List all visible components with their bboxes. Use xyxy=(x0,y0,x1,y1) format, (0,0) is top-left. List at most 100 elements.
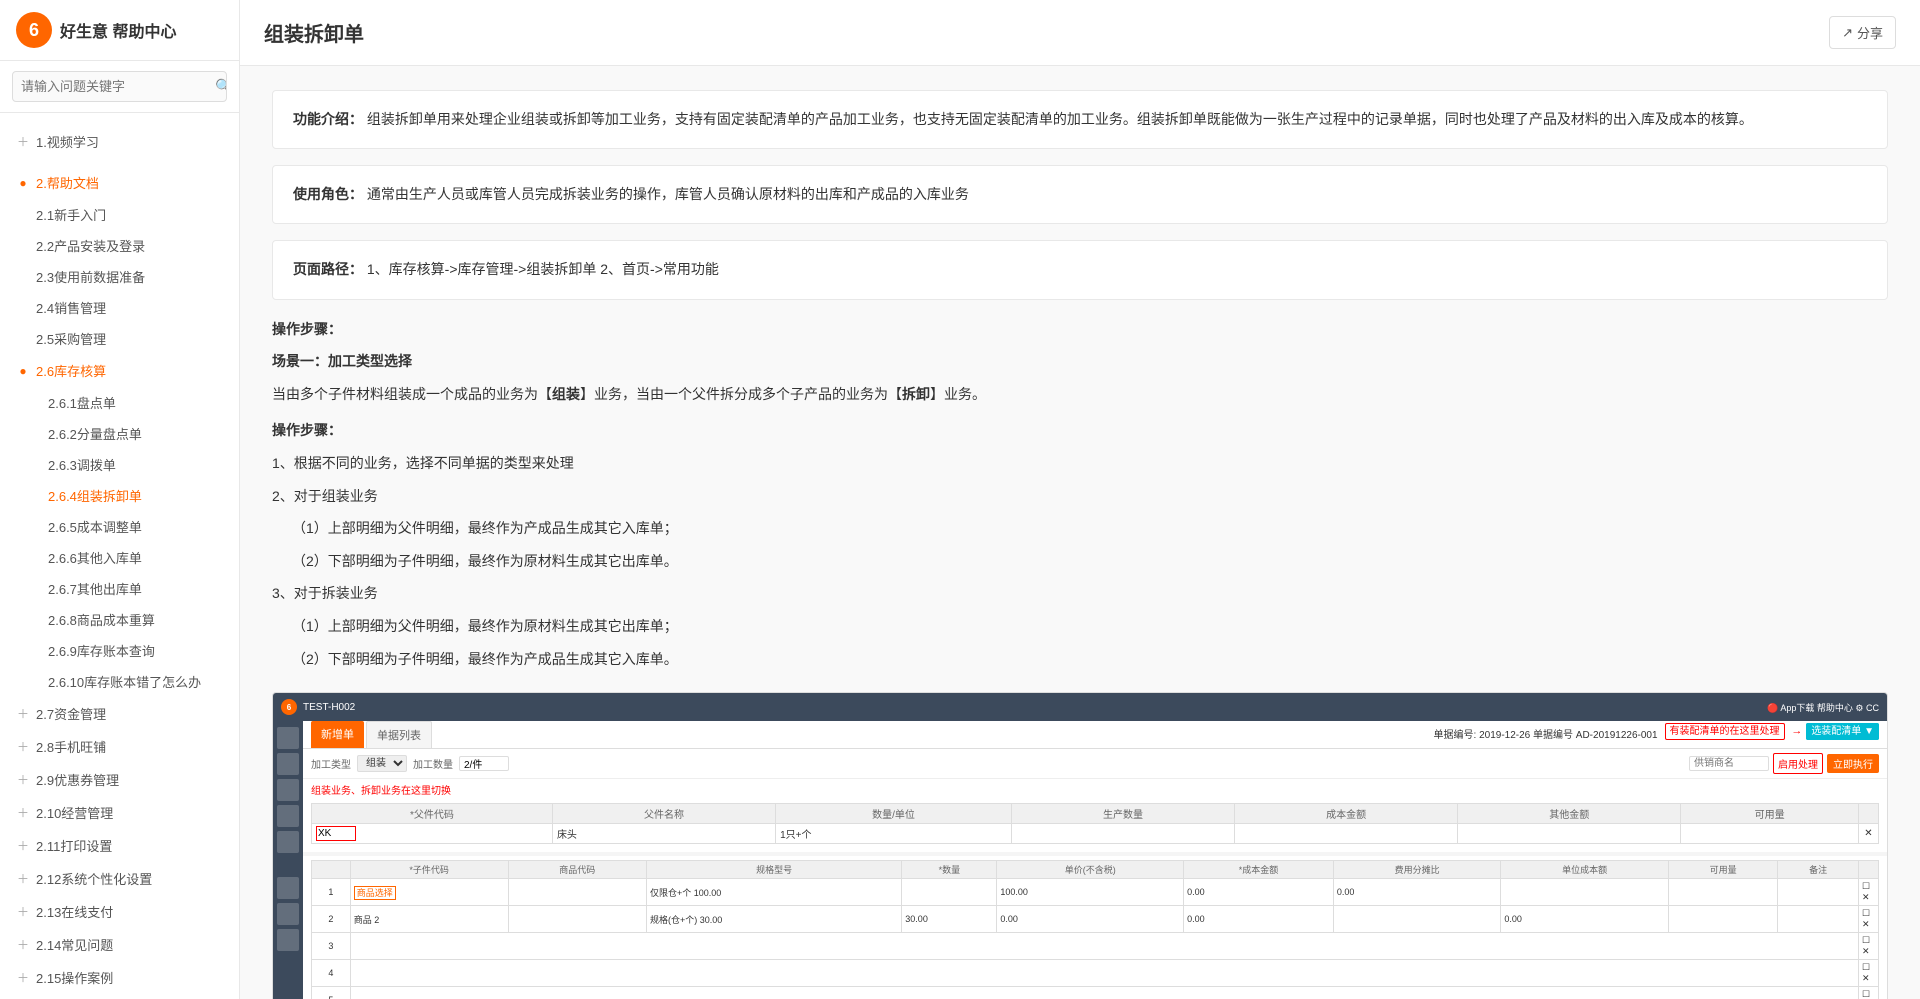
th-action xyxy=(1859,804,1879,824)
mock-type-select[interactable]: 组装 拆卸 xyxy=(357,755,407,772)
mock-upper-table: *父件代码 父件名称 数量/单位 生产数量 成本金额 其他金额 可用量 xyxy=(311,803,1879,844)
th-avail-qty: 可用量 xyxy=(1681,804,1859,824)
td-code-input[interactable] xyxy=(316,826,356,841)
mock-confirm-btn[interactable]: 立即执行 xyxy=(1827,754,1879,773)
mock-upper-table-container: *父件代码 父件名称 数量/单位 生产数量 成本金额 其他金额 可用量 xyxy=(303,799,1887,848)
td-up-1: 100.00 xyxy=(997,879,1184,906)
td-act-4: ☐ ✕ xyxy=(1859,960,1879,987)
mock-main: 新增单 单据列表 单据编号: 2019-12-26 单据编号 AD-201912… xyxy=(303,721,1887,999)
th-sub-no xyxy=(312,861,351,879)
sidebar-item-2-13[interactable]: ＋ 2.13在线支付 xyxy=(0,895,239,928)
td-act-2: ☐ ✕ xyxy=(1859,906,1879,933)
td-prod xyxy=(1011,824,1234,844)
sidebar-item-label: 1.视频学习 xyxy=(36,132,99,151)
share-button[interactable]: ↗ 分享 xyxy=(1829,16,1896,49)
sidebar-item-2-6-8[interactable]: 2.6.8商品成本重算 xyxy=(0,604,239,635)
sidebar-item-2-6-5[interactable]: 2.6.5成本调整单 xyxy=(0,511,239,542)
page-title: 组装拆卸单 xyxy=(264,18,364,47)
th-avail-qty2: 可用量 xyxy=(1668,861,1778,879)
sidebar-item-2-6-10[interactable]: 2.6.10库存账本错了怎么办 xyxy=(0,666,239,697)
mock-company: TEST-H002 xyxy=(303,702,355,713)
td-spec-2: 规格(仓+个) 30.00 xyxy=(647,906,902,933)
step2: 2、对于组装业务 xyxy=(272,483,1888,510)
nav-label: 2.4销售管理 xyxy=(36,301,106,316)
sidebar-item-2-7[interactable]: ＋ 2.7资金管理 xyxy=(0,697,239,730)
sidebar-item-2-6[interactable]: ● 2.6库存核算 xyxy=(0,354,239,387)
sidebar-item-2-6-2[interactable]: 2.6.2分量盘点单 xyxy=(0,418,239,449)
role-label: 使用角色： xyxy=(293,186,363,202)
lower-table-row-4: 4 ☐ ✕ xyxy=(312,960,1879,987)
th-cost-ratio: 费用分摊比 xyxy=(1333,861,1500,879)
td-sub-qty-1 xyxy=(902,879,997,906)
sidebar-item-2-14[interactable]: ＋ 2.14常见问题 xyxy=(0,928,239,961)
nav-label: 2.6库存核算 xyxy=(36,361,106,380)
sidebar-item-2-2[interactable]: 2.2产品安装及登录 xyxy=(0,230,239,261)
sidebar-item-2-11[interactable]: ＋ 2.11打印设置 xyxy=(0,829,239,862)
sidebar-item-2-6-6[interactable]: 2.6.6其他入库单 xyxy=(0,542,239,573)
path-label: 页面路径： xyxy=(293,261,363,277)
arrow-right: → xyxy=(1791,725,1802,737)
intro-block: 功能介绍： 组装拆卸单用来处理企业组装或拆卸等加工业务，支持有固定装配清单的产品… xyxy=(272,90,1888,149)
sidebar-item-2-6-4[interactable]: 2.6.4组装拆卸单 xyxy=(0,480,239,511)
td-row-num-2: 2 xyxy=(312,906,351,933)
intro-text: 组装拆卸单用来处理企业组装或拆卸等加工业务，支持有固定装配清单的产品加工业务，也… xyxy=(367,111,1753,127)
screenshot-container: 6 TEST-H002 🔴 App下载 帮助中心 ⚙ CC xyxy=(272,692,1888,999)
mock-nav-icon-6 xyxy=(277,877,299,899)
minus-icon-2: ● xyxy=(16,364,30,378)
lower-table-row-1: 1 商品选择 仅限仓+个 100.00 100.00 0.00 xyxy=(312,879,1879,906)
sidebar-item-2-10[interactable]: ＋ 2.10经营管理 xyxy=(0,796,239,829)
td-goods-code-1 xyxy=(508,879,647,906)
step3-sub1: （1）上部明细为父件明细，最终作为原材料生成其它出库单； xyxy=(272,613,1888,640)
th-action2 xyxy=(1859,861,1879,879)
td-av-2 xyxy=(1668,906,1778,933)
mock-nav-icon-4 xyxy=(277,805,299,827)
sidebar-item-2-1[interactable]: 2.1新手入门 xyxy=(0,199,239,230)
td-row-num-4: 4 xyxy=(312,960,351,987)
nav-label: 2.2产品安装及登录 xyxy=(36,239,145,254)
th-unit-cost: 单位成本额 xyxy=(1501,861,1668,879)
nav-label: 2.6.10库存账本错了怎么办 xyxy=(48,675,201,690)
sidebar-item-docs[interactable]: ● 2.帮助文档 xyxy=(0,166,239,199)
td-qty: 1只+个 xyxy=(776,824,1012,844)
sidebar-item-2-5[interactable]: 2.5采购管理 xyxy=(0,323,239,354)
td-act-5: ☐ ✕ xyxy=(1859,987,1879,999)
sidebar-item-2-6-1[interactable]: 2.6.1盘点单 xyxy=(0,387,239,418)
mock-tab-list[interactable]: 单据列表 xyxy=(366,721,432,748)
mock-nav-icon-2 xyxy=(277,753,299,775)
sidebar-item-2-4[interactable]: 2.4销售管理 xyxy=(0,292,239,323)
nav-label: 2.6.6其他入库单 xyxy=(48,551,142,566)
sidebar-item-2-3[interactable]: 2.3使用前数据准备 xyxy=(0,261,239,292)
mock-process-btn[interactable]: 选装配清单 ▼ xyxy=(1806,723,1879,740)
step2-sub1: （1）上部明细为父件明细，最终作为产成品生成其它入库单； xyxy=(272,515,1888,542)
nav-label: 2.10经营管理 xyxy=(36,803,113,822)
mock-annotation2-container: 组装业务、拆卸业务在这里切换 xyxy=(303,779,1887,799)
annotation3: 启用处理 xyxy=(1773,753,1823,774)
plus-icon-2-14: ＋ xyxy=(16,938,30,952)
td-goods-code-2 xyxy=(508,906,647,933)
lower-table-row-2: 2 商品 2 规格(仓+个) 30.00 30.00 0.00 0.00 0 xyxy=(312,906,1879,933)
annotation2: 组装业务、拆卸业务在这里切换 xyxy=(311,786,451,797)
nav-label: 2.13在线支付 xyxy=(36,902,113,921)
sidebar-item-video[interactable]: ＋ 1.视频学习 xyxy=(0,125,239,158)
td-uc-1 xyxy=(1501,879,1668,906)
search-button[interactable]: 🔍 xyxy=(205,72,227,101)
sidebar-item-2-15[interactable]: ＋ 2.15操作案例 xyxy=(0,961,239,994)
sidebar-item-2-9[interactable]: ＋ 2.9优惠券管理 xyxy=(0,763,239,796)
mock-bizpartner-input[interactable] xyxy=(1689,756,1769,771)
th-cost-amt: 成本金额 xyxy=(1235,804,1458,824)
sidebar-item-2-6-7[interactable]: 2.6.7其他出库单 xyxy=(0,573,239,604)
th-parent-name: 父件名称 xyxy=(552,804,775,824)
step3-sub2: （2）下部明细为子件明细，最终作为产成品生成其它入库单。 xyxy=(272,646,1888,673)
mock-left-nav xyxy=(273,721,303,999)
td-act-3: ☐ ✕ xyxy=(1859,933,1879,960)
sidebar-item-2-6-3[interactable]: 2.6.3调拨单 xyxy=(0,449,239,480)
search-input[interactable] xyxy=(13,73,205,100)
mock-qty-input[interactable] xyxy=(459,756,509,771)
sidebar-item-2-6-9[interactable]: 2.6.9库存账本查询 xyxy=(0,635,239,666)
nav-label: 2.6.7其他出库单 xyxy=(48,582,142,597)
role-text: 通常由生产人员或库管人员完成拆装业务的操作，库管人员确认原材料的出库和产成品的入… xyxy=(367,186,969,202)
sidebar-item-2-12[interactable]: ＋ 2.12系统个性化设置 xyxy=(0,862,239,895)
sidebar-item-2-8[interactable]: ＋ 2.8手机旺铺 xyxy=(0,730,239,763)
td-empty-3 xyxy=(350,933,1858,960)
mock-tab-new[interactable]: 新增单 xyxy=(311,721,364,748)
